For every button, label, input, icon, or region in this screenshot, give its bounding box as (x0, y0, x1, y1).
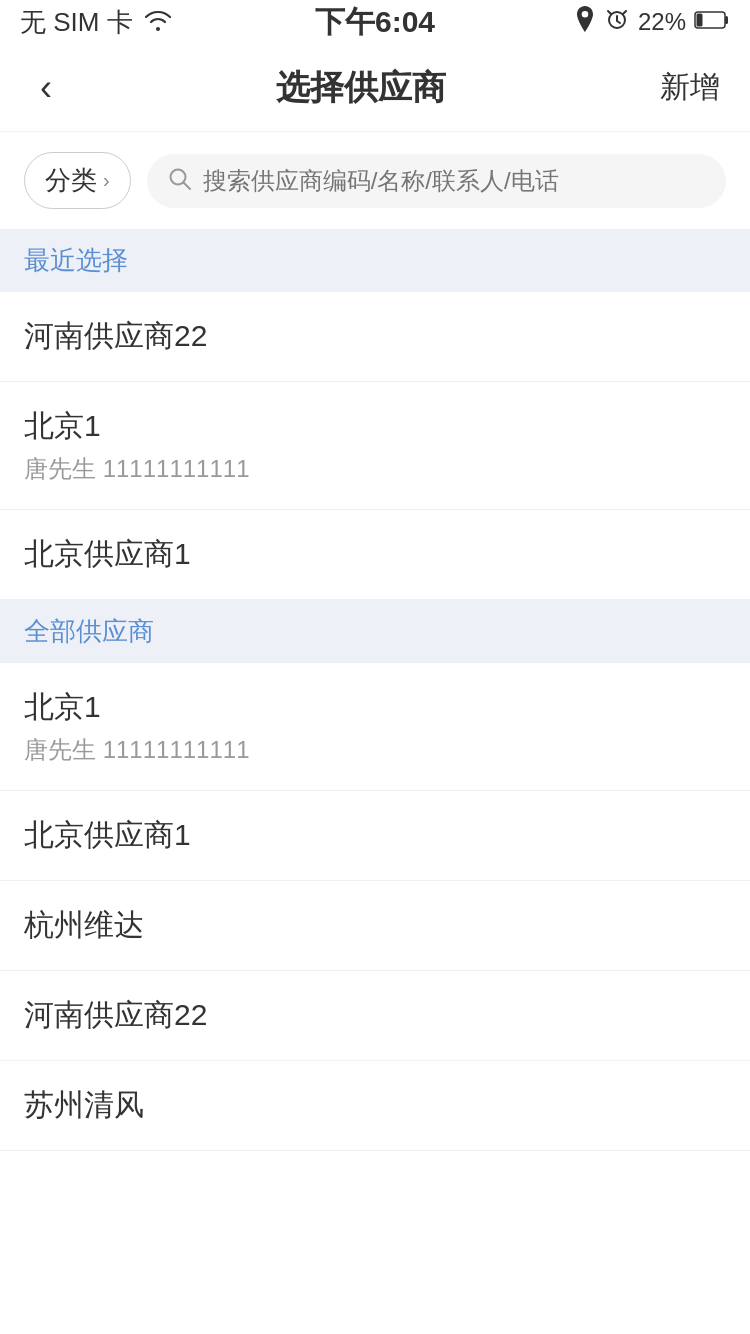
back-button[interactable]: ‹ (30, 57, 62, 119)
item-name: 河南供应商22 (24, 316, 726, 357)
list-item[interactable]: 河南供应商22 (0, 292, 750, 382)
item-name: 河南供应商22 (24, 995, 726, 1036)
list-item[interactable]: 杭州维达 (0, 881, 750, 971)
search-icon (167, 166, 193, 196)
recent-items-list: 河南供应商22 北京1 唐先生 11111111111 北京供应商1 (0, 292, 750, 600)
category-label: 分类 (45, 163, 97, 198)
chevron-right-icon: › (103, 169, 110, 192)
all-items-list: 北京1 唐先生 11111111111 北京供应商1 杭州维达河南供应商22 苏州清风 (0, 663, 750, 1151)
nav-bar: ‹ 选择供应商 新增 (0, 44, 750, 132)
item-sub: 唐先生 11111111111 (24, 734, 726, 766)
carrier-text: 无 SIM 卡 (20, 5, 133, 40)
add-button[interactable]: 新增 (660, 67, 720, 108)
item-name: 北京1 (24, 687, 726, 728)
list-item[interactable]: 北京供应商1 (0, 791, 750, 881)
battery-icon (694, 8, 730, 36)
svg-rect-2 (697, 14, 703, 27)
list-item[interactable]: 北京1 唐先生 11111111111 (0, 382, 750, 510)
item-name: 北京1 (24, 406, 726, 447)
item-name: 北京供应商1 (24, 815, 726, 856)
status-time: 下午6:04 (315, 2, 435, 43)
item-sub: 唐先生 11111111111 (24, 453, 726, 485)
item-name: 苏州清风 (24, 1085, 726, 1126)
list-item[interactable]: 河南供应商22 (0, 971, 750, 1061)
list-item[interactable]: 北京1 唐先生 11111111111 (0, 663, 750, 791)
search-bar: 分类 › (0, 132, 750, 229)
all-section-label: 全部供应商 (24, 616, 154, 646)
search-input[interactable] (203, 167, 706, 195)
search-input-wrap[interactable] (147, 154, 726, 208)
item-name: 北京供应商1 (24, 534, 726, 575)
alarm-icon (604, 6, 630, 38)
status-left: 无 SIM 卡 (20, 5, 173, 40)
list-item[interactable]: 北京供应商1 (0, 510, 750, 600)
recent-section-header: 最近选择 (0, 229, 750, 292)
wifi-icon (143, 7, 173, 38)
battery-text: 22% (638, 8, 686, 36)
all-section-header: 全部供应商 (0, 600, 750, 663)
location-icon (574, 6, 596, 38)
list-item[interactable]: 苏州清风 (0, 1061, 750, 1151)
svg-line-5 (183, 182, 190, 189)
status-right: 22% (574, 6, 730, 38)
page-title: 选择供应商 (276, 65, 446, 111)
category-button[interactable]: 分类 › (24, 152, 131, 209)
status-bar: 无 SIM 卡 下午6:04 22% (0, 0, 750, 44)
recent-section-label: 最近选择 (24, 245, 128, 275)
svg-rect-3 (725, 16, 728, 24)
item-name: 杭州维达 (24, 905, 726, 946)
